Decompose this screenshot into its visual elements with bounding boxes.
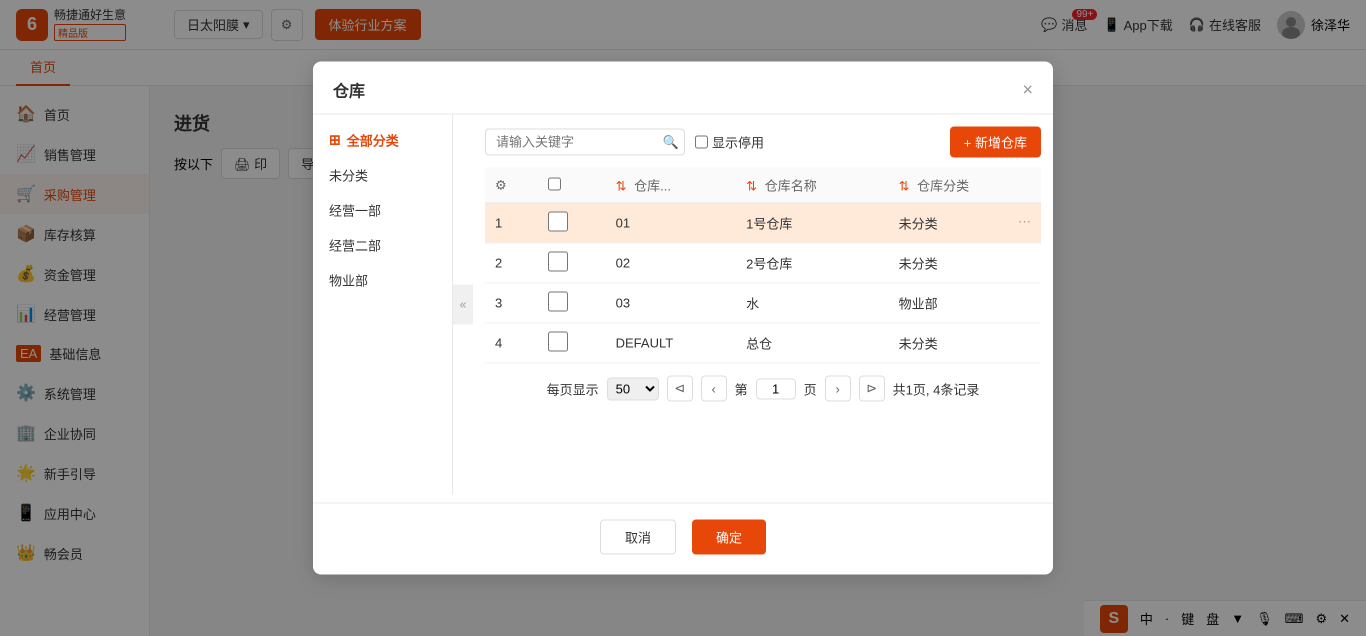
row-checkbox-cell xyxy=(538,203,605,243)
cancel-button[interactable]: 取消 xyxy=(600,520,676,555)
sort-icon-category: ⇅ xyxy=(899,179,910,194)
search-bar: 🔍 显示停用 + 新增仓库 xyxy=(485,127,1041,158)
table-body: 1 01 1号仓库 未分类 ··· 2 02 2号仓库 xyxy=(485,203,1041,363)
category-unclassified[interactable]: 未分类 xyxy=(313,158,452,193)
category-property[interactable]: 物业部 xyxy=(313,263,452,298)
page-input[interactable] xyxy=(756,378,796,399)
modal-footer: 取消 确定 xyxy=(313,503,1053,555)
close-button[interactable]: × xyxy=(1022,81,1033,99)
row-checkbox-cell xyxy=(538,243,605,283)
row-checkbox[interactable] xyxy=(548,252,568,272)
row-code: DEFAULT xyxy=(606,323,737,363)
col-category: ⇅ 仓库分类 xyxy=(889,168,1041,204)
show-disabled-checkbox[interactable]: 显示停用 xyxy=(695,133,764,152)
warehouse-modal: 仓库 × ⊞ 全部分类 未分类 经营一部 经营二部 物业部 « 🔍 xyxy=(313,62,1053,575)
last-page-button[interactable]: ⊳ xyxy=(859,376,885,402)
table-row[interactable]: 3 03 水 物业部 xyxy=(485,283,1041,323)
row-no: 2 xyxy=(485,243,538,283)
modal-body: ⊞ 全部分类 未分类 经营一部 经营二部 物业部 « 🔍 显示停用 xyxy=(313,115,1053,495)
collapse-icon: « xyxy=(460,298,467,312)
row-checkbox[interactable] xyxy=(548,292,568,312)
modal-header: 仓库 × xyxy=(313,62,1053,115)
row-category: 未分类 ··· xyxy=(889,203,1041,243)
row-name: 总仓 xyxy=(736,323,888,363)
row-no: 1 xyxy=(485,203,538,243)
row-category: 未分类 xyxy=(889,323,1041,363)
table-header: ⚙ ⇅ 仓库... ⇅ 仓库名称 xyxy=(485,168,1041,204)
search-icon[interactable]: 🔍 xyxy=(663,134,679,150)
sort-icon-code: ⇅ xyxy=(616,179,627,194)
grid-icon: ⊞ xyxy=(329,132,341,149)
table-row[interactable]: 2 02 2号仓库 未分类 xyxy=(485,243,1041,283)
warehouse-table: ⚙ ⇅ 仓库... ⇅ 仓库名称 xyxy=(485,168,1041,364)
show-disabled-toggle[interactable] xyxy=(695,136,708,149)
row-no: 3 xyxy=(485,283,538,323)
row-code: 01 xyxy=(606,203,737,243)
col-code: ⇅ 仓库... xyxy=(606,168,737,204)
col-name: ⇅ 仓库名称 xyxy=(736,168,888,204)
category-all[interactable]: ⊞ 全部分类 xyxy=(313,123,452,158)
next-page-button[interactable]: › xyxy=(825,376,851,402)
select-all-checkbox[interactable] xyxy=(548,177,561,190)
row-checkbox[interactable] xyxy=(548,332,568,352)
per-page-label: 每页显示 xyxy=(547,379,599,398)
table-row[interactable]: 4 DEFAULT 总仓 未分类 xyxy=(485,323,1041,363)
pagination: 每页显示 50 20 100 ⊲ ‹ 第 页 › ⊳ 共1页, 4条记录 xyxy=(485,376,1041,402)
row-checkbox[interactable] xyxy=(548,212,568,232)
category-ops2[interactable]: 经营二部 xyxy=(313,228,452,263)
row-category: 物业部 xyxy=(889,283,1041,323)
page-label: 第 xyxy=(735,379,748,398)
first-page-button[interactable]: ⊲ xyxy=(667,376,693,402)
row-no: 4 xyxy=(485,323,538,363)
prev-page-button[interactable]: ‹ xyxy=(701,376,727,402)
show-disabled-label: 显示停用 xyxy=(712,133,764,152)
settings-icon: ⚙ xyxy=(495,177,507,192)
row-name: 水 xyxy=(736,283,888,323)
row-code: 03 xyxy=(606,283,737,323)
confirm-button[interactable]: 确定 xyxy=(692,520,766,555)
table-area: 🔍 显示停用 + 新增仓库 ⚙ xyxy=(473,115,1053,495)
col-select-all xyxy=(538,168,605,204)
row-name: 1号仓库 xyxy=(736,203,888,243)
collapse-sidebar-button[interactable]: « xyxy=(453,285,473,325)
row-category: 未分类 xyxy=(889,243,1041,283)
row-checkbox-cell xyxy=(538,283,605,323)
row-code: 02 xyxy=(606,243,737,283)
search-input[interactable] xyxy=(485,129,685,156)
category-ops1[interactable]: 经营一部 xyxy=(313,193,452,228)
row-checkbox-cell xyxy=(538,323,605,363)
modal-title: 仓库 xyxy=(333,78,365,102)
row-actions[interactable]: ··· xyxy=(1018,214,1031,229)
category-sidebar: ⊞ 全部分类 未分类 经营一部 经营二部 物业部 xyxy=(313,115,453,495)
page-unit: 页 xyxy=(804,379,817,398)
sort-icon-name: ⇅ xyxy=(746,179,757,194)
per-page-select[interactable]: 50 20 100 xyxy=(607,377,659,400)
search-input-wrap: 🔍 xyxy=(485,129,685,156)
row-name: 2号仓库 xyxy=(736,243,888,283)
add-warehouse-button[interactable]: + 新增仓库 xyxy=(950,127,1041,158)
category-all-label: 全部分类 xyxy=(347,131,399,150)
table-row[interactable]: 1 01 1号仓库 未分类 ··· xyxy=(485,203,1041,243)
pagination-summary: 共1页, 4条记录 xyxy=(893,379,980,398)
col-settings: ⚙ xyxy=(485,168,538,204)
